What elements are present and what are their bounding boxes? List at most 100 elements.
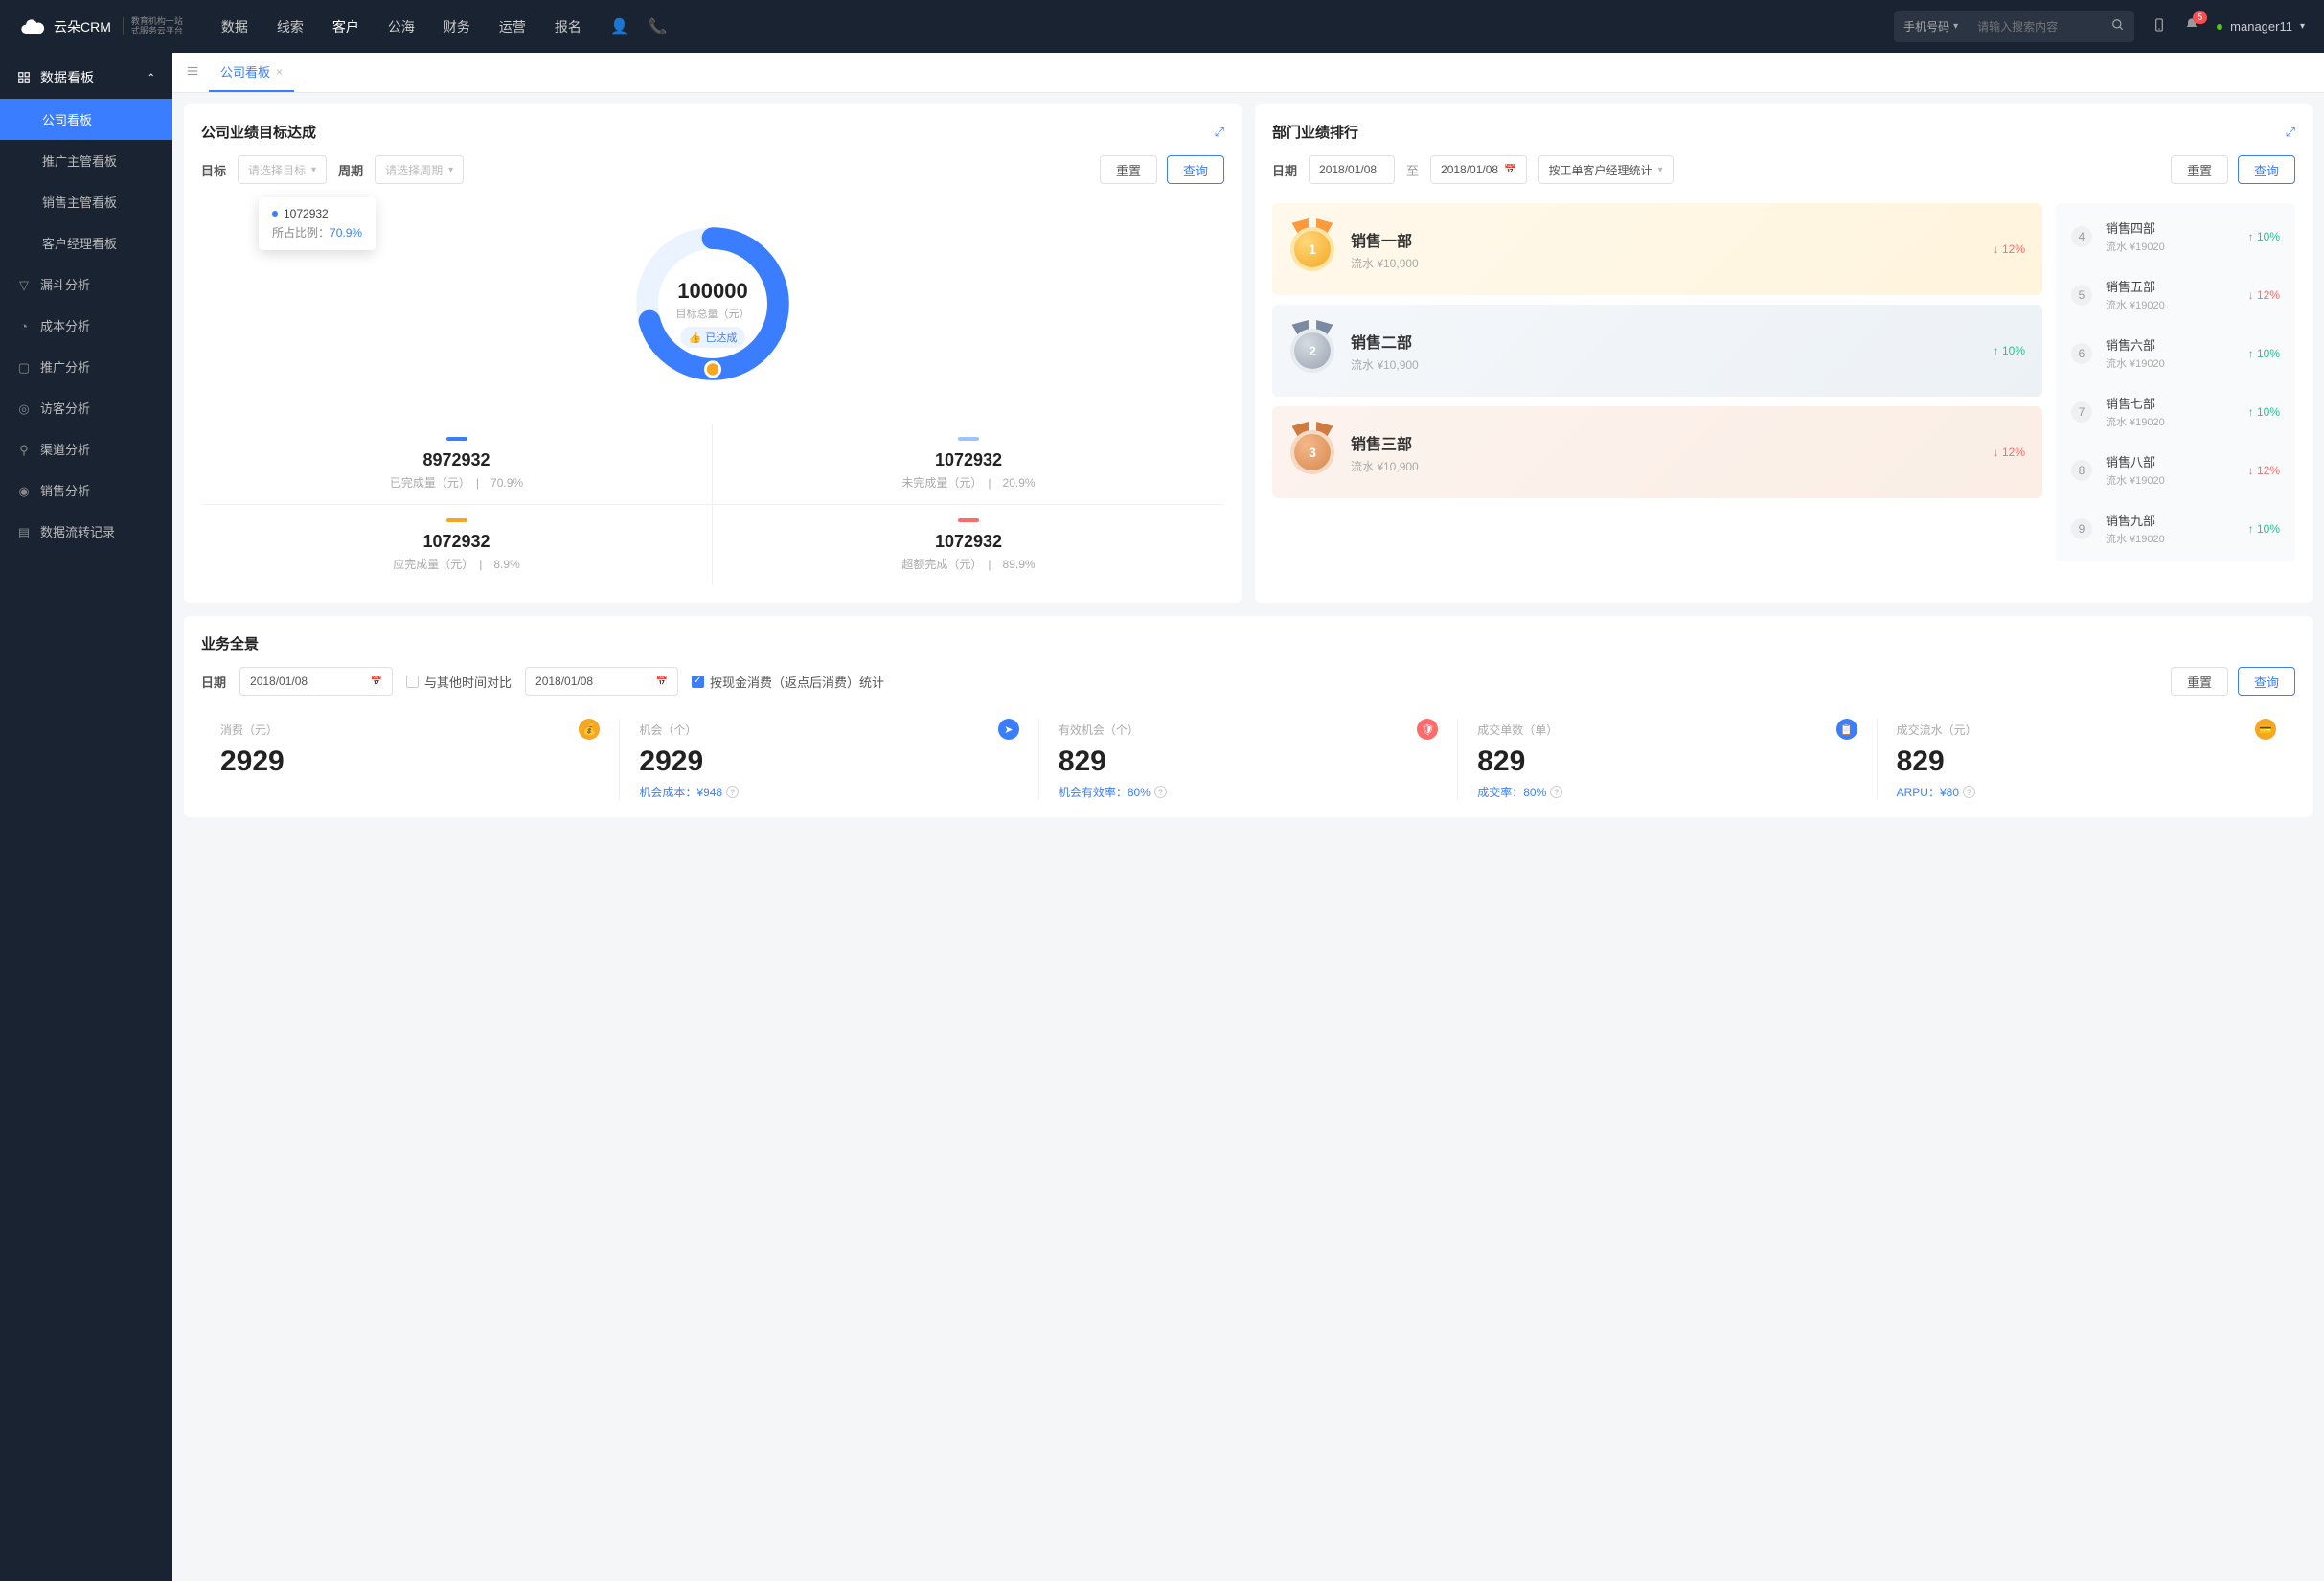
query-button[interactable]: 查询 — [2238, 155, 2295, 184]
trend-indicator: ↑ 10% — [2248, 347, 2280, 360]
date1-input[interactable]: 2018/01/08📅 — [239, 667, 393, 696]
rank-number: 7 — [2071, 401, 2092, 423]
kpi-card: 成交流水（元）💳 829 ARPU：¥80 ? — [1878, 719, 2295, 800]
compare-label: 与其他时间对比 — [424, 673, 512, 691]
topbar-icons: 👤 📞 — [610, 17, 668, 36]
sidebar-item-promo-mgr[interactable]: 推广主管看板 — [0, 140, 172, 181]
help-icon[interactable]: ? — [1550, 786, 1562, 798]
help-icon[interactable]: ? — [1963, 786, 1975, 798]
stat-cell: 1072932超额完成（元）| 89.9% — [713, 505, 1224, 585]
sidebar-item[interactable]: ▽漏斗分析 — [0, 264, 172, 305]
tab-company-dashboard[interactable]: 公司看板 × — [209, 53, 294, 92]
status-dot — [2217, 24, 2222, 30]
search-input[interactable] — [1968, 20, 2102, 34]
stat-cell: 1072932应完成量（元）| 8.9% — [201, 505, 713, 585]
query-button[interactable]: 查询 — [2238, 667, 2295, 696]
stat-by-select[interactable]: 按工单客户经理统计▾ — [1538, 155, 1674, 184]
sidebar-item[interactable]: ▤数据流转记录 — [0, 511, 172, 552]
main: 公司看板 × 公司业绩目标达成 ⤢ 目标 请选择目标▾ 周期 请选择周期▾ 重置 — [172, 53, 2324, 1581]
query-button[interactable]: 查询 — [1167, 155, 1224, 184]
topnav-item[interactable]: 公海 — [388, 17, 415, 36]
username: manager11 — [2230, 19, 2292, 34]
donut-chart: 1072932 所占比例：70.9% 100000 目标总量（元） 👍已达成 — [201, 203, 1224, 424]
date-label: 日期 — [201, 673, 226, 691]
side-icon: ◎ — [17, 401, 31, 415]
topnav-item[interactable]: 线索 — [277, 17, 304, 36]
sidebar: 数据看板 ⌃ 公司看板 推广主管看板 销售主管看板 客户经理看板 ▽漏斗分析◔成… — [0, 53, 172, 1581]
topnav-item[interactable]: 报名 — [555, 17, 581, 36]
search-type-select[interactable]: 手机号码▾ — [1894, 18, 1968, 34]
phone-icon[interactable]: 📞 — [649, 17, 668, 36]
side-icon: ◔ — [17, 319, 31, 332]
rank-number: 6 — [2071, 343, 2092, 364]
period-select[interactable]: 请选择周期▾ — [375, 155, 464, 184]
sidebar-group-dashboard[interactable]: 数据看板 ⌃ — [0, 57, 172, 99]
kpi-card: 有效机会（个）🛡 829 机会有效率：80% ? — [1039, 719, 1458, 800]
rank-card: 3 销售三部流水 ¥10,900 ↓ 12% — [1272, 406, 2042, 498]
date-to-label: 至 — [1406, 161, 1419, 179]
rank-row: 4 销售四部流水 ¥19020 ↑ 10% — [2056, 207, 2295, 265]
sidebar-item[interactable]: ⚲渠道分析 — [0, 428, 172, 470]
logo[interactable]: 云朵CRM 教育机构一站式服务云平台 — [19, 13, 183, 40]
panel-title: 业务全景 — [201, 633, 259, 653]
user-icon[interactable]: 👤 — [610, 17, 629, 36]
kpi-icon: ➤ — [998, 719, 1019, 740]
period-label: 周期 — [338, 161, 363, 179]
rank-number: 5 — [2071, 285, 2092, 306]
rank-number: 9 — [2071, 518, 2092, 539]
help-icon[interactable]: ? — [1154, 786, 1167, 798]
sidebar-item[interactable]: ◉销售分析 — [0, 470, 172, 511]
cash-label: 按现金消费（返点后消费）统计 — [710, 673, 884, 691]
expand-icon[interactable]: ⤢ — [1215, 125, 1224, 140]
topnav-item[interactable]: 财务 — [444, 17, 470, 36]
sidebar-item[interactable]: ◎访客分析 — [0, 387, 172, 428]
tab-menu-icon[interactable] — [186, 64, 199, 80]
date-from-input[interactable]: 2018/01/08 — [1309, 155, 1395, 184]
sidebar-item-sales-mgr[interactable]: 销售主管看板 — [0, 181, 172, 222]
notification-bell[interactable]: 5 — [2184, 17, 2199, 35]
topnav-item[interactable]: 运营 — [499, 17, 526, 36]
sidebar-item-company[interactable]: 公司看板 — [0, 99, 172, 140]
reset-button[interactable]: 重置 — [1100, 155, 1157, 184]
tab-close-icon[interactable]: × — [276, 65, 283, 79]
search-button[interactable] — [2102, 18, 2134, 34]
cash-checkbox[interactable] — [692, 676, 704, 688]
panel-dept-ranking: 部门业绩排行 ⤢ 日期 2018/01/08 至 2018/01/08📅 按工单… — [1255, 104, 2313, 603]
sidebar-item-account-mgr[interactable]: 客户经理看板 — [0, 222, 172, 264]
rank-row: 8 销售八部流水 ¥19020 ↓ 12% — [2056, 441, 2295, 499]
date-to-input[interactable]: 2018/01/08📅 — [1430, 155, 1527, 184]
rank-card: 1 销售一部流水 ¥10,900 ↓ 12% — [1272, 203, 2042, 295]
target-label: 目标 — [201, 161, 226, 179]
trend-indicator: ↑ 10% — [2248, 522, 2280, 536]
reset-button[interactable]: 重置 — [2171, 667, 2228, 696]
panel-title: 公司业绩目标达成 — [201, 122, 316, 142]
topnav-item[interactable]: 数据 — [221, 17, 248, 36]
search-icon — [2111, 18, 2125, 32]
stat-cell: 8972932已完成量（元）| 70.9% — [201, 424, 713, 505]
topnav-item[interactable]: 客户 — [332, 17, 359, 36]
trend-indicator: ↑ 10% — [1994, 344, 2025, 357]
panel-title: 部门业绩排行 — [1272, 122, 1358, 142]
panel-company-target: 公司业绩目标达成 ⤢ 目标 请选择目标▾ 周期 请选择周期▾ 重置 查询 107… — [184, 104, 1242, 603]
reset-button[interactable]: 重置 — [2171, 155, 2228, 184]
notification-count: 5 — [2193, 11, 2208, 24]
date2-input[interactable]: 2018/01/08📅 — [525, 667, 678, 696]
kpi-icon: 🛡 — [1417, 719, 1438, 740]
help-icon[interactable]: ? — [726, 786, 739, 798]
cloud-icon — [19, 13, 46, 40]
expand-icon[interactable]: ⤢ — [2286, 125, 2295, 140]
user-menu[interactable]: manager11 ▾ — [2217, 19, 2305, 34]
chevron-down-icon: ▾ — [2300, 21, 2305, 32]
compare-checkbox[interactable] — [406, 676, 419, 688]
trend-indicator: ↑ 10% — [2248, 405, 2280, 419]
sidebar-item[interactable]: ◔成本分析 — [0, 305, 172, 346]
kpi-icon: 📋 — [1836, 719, 1857, 740]
mobile-icon[interactable] — [2152, 17, 2167, 35]
side-icon: ▤ — [17, 525, 31, 538]
side-icon: ▢ — [17, 360, 31, 374]
sidebar-item[interactable]: ▢推广分析 — [0, 346, 172, 387]
rank-card: 2 销售二部流水 ¥10,900 ↑ 10% — [1272, 305, 2042, 397]
target-select[interactable]: 请选择目标▾ — [238, 155, 327, 184]
kpi-icon: 💳 — [2255, 719, 2276, 740]
brand-subtitle: 教育机构一站式服务云平台 — [123, 17, 183, 36]
